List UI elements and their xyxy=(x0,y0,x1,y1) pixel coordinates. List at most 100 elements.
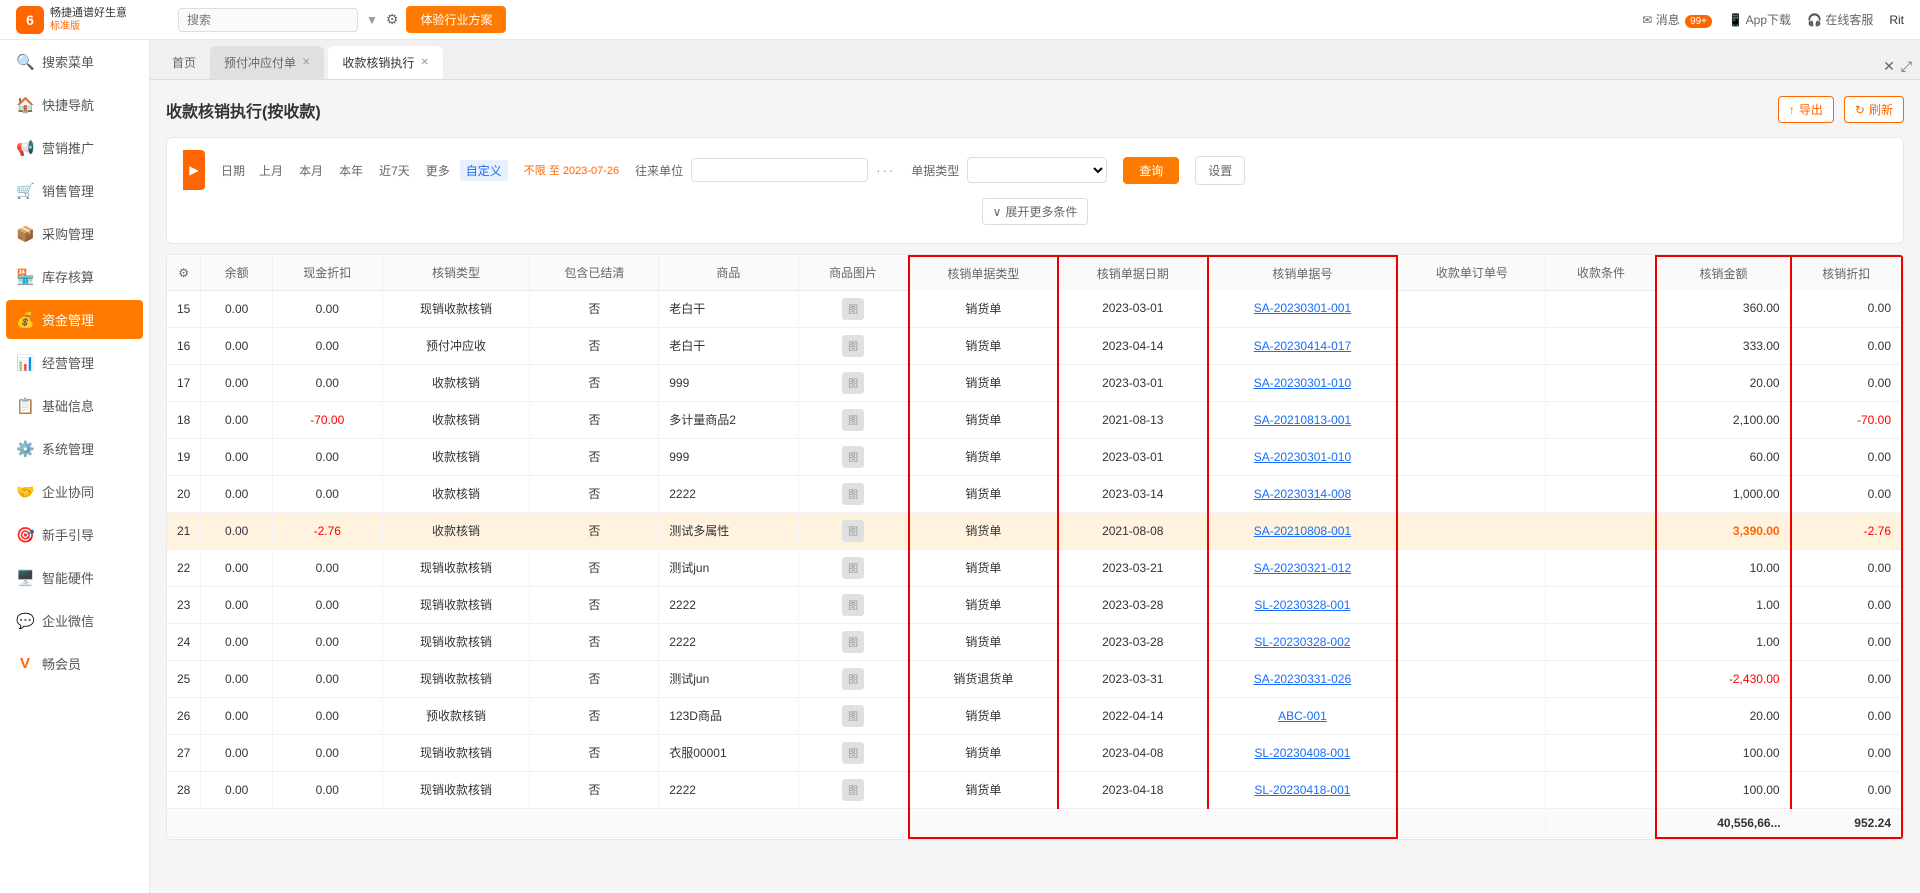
solution-button[interactable]: 体验行业方案 xyxy=(406,6,506,33)
dots-icon: ··· xyxy=(876,163,895,178)
receipt-order-no-cell xyxy=(1397,438,1546,475)
sidebar-item-finance[interactable]: 💰 资金管理 xyxy=(6,300,143,339)
cash-discount-cell: -2.76 xyxy=(272,512,382,549)
sidebar-item-label: 营销推广 xyxy=(42,138,94,157)
table-row: 24 0.00 0.00 现销收款核销 否 2222 图 销货单 2023-03… xyxy=(167,623,1902,660)
sidebar-item-inventory[interactable]: 🏪 库存核算 xyxy=(0,255,149,298)
tab-verify[interactable]: 收款核销执行 ✕ xyxy=(328,46,442,79)
last-7days-btn[interactable]: 近7天 xyxy=(373,160,416,181)
goods-cell: 测试多属性 xyxy=(659,512,798,549)
sidebar-item-guide[interactable]: 🎯 新手引导 xyxy=(0,513,149,556)
verify-type-cell: 预收款核销 xyxy=(382,697,530,734)
minimize-icon[interactable]: ✕ xyxy=(1883,58,1895,75)
voucher-type-select[interactable] xyxy=(967,157,1107,183)
receipt-condition-cell xyxy=(1546,549,1657,586)
tab-home[interactable]: 首页 xyxy=(158,46,210,79)
balance-cell: 0.00 xyxy=(201,549,273,586)
setting-button[interactable]: 设置 xyxy=(1195,156,1245,185)
this-month-btn[interactable]: 本月 xyxy=(293,160,329,181)
data-table: ⚙ 余额 现金折扣 核销类型 包含已结清 商品 商品图片 核销单据类型 核销单据… xyxy=(167,255,1903,839)
maximize-icon[interactable]: ⤢ xyxy=(1901,58,1912,75)
verify-no-cell[interactable]: SA-20230301-010 xyxy=(1208,438,1398,475)
filter-toggle-arrow[interactable]: ▶ xyxy=(183,150,205,190)
sidebar-item-wechat[interactable]: 💬 企业微信 xyxy=(0,599,149,642)
partner-input[interactable] xyxy=(691,158,868,182)
sidebar-item-purchase[interactable]: 📦 采购管理 xyxy=(0,212,149,255)
sidebar-item-sales[interactable]: 🛒 销售管理 xyxy=(0,169,149,212)
sidebar-item-search[interactable]: 🔍 搜索菜单 xyxy=(0,40,149,83)
verify-no-cell[interactable]: SA-20230331-026 xyxy=(1208,660,1398,697)
verify-no-cell[interactable]: SL-20230328-001 xyxy=(1208,586,1398,623)
last-month-btn[interactable]: 上月 xyxy=(253,160,289,181)
footer-total-amount: 40,556,66... xyxy=(1656,808,1790,838)
sidebar-item-member[interactable]: V 畅会员 xyxy=(0,642,149,685)
verify-type-cell: 现销收款核销 xyxy=(382,549,530,586)
verify-no-cell[interactable]: SA-20230301-001 xyxy=(1208,290,1398,327)
message-area[interactable]: ✉ 消息 99+ xyxy=(1642,11,1712,28)
verify-no-cell[interactable]: SA-20230414-017 xyxy=(1208,327,1398,364)
th-settings[interactable]: ⚙ xyxy=(167,256,201,290)
online-service[interactable]: 🎧 在线客服 xyxy=(1807,11,1873,28)
verify-date-cell: 2021-08-13 xyxy=(1058,401,1207,438)
balance-cell: 0.00 xyxy=(201,475,273,512)
search-button[interactable]: 查询 xyxy=(1123,157,1179,184)
verify-no-cell[interactable]: SA-20230301-010 xyxy=(1208,364,1398,401)
verify-no-cell[interactable]: SL-20230418-001 xyxy=(1208,771,1398,808)
verify-voucher-type-cell: 销货单 xyxy=(909,549,1058,586)
sidebar-item-hardware[interactable]: 🖥️ 智能硬件 xyxy=(0,556,149,599)
sidebar-item-basics[interactable]: 📋 基础信息 xyxy=(0,384,149,427)
verify-amount-cell: 10.00 xyxy=(1656,549,1790,586)
receipt-condition-cell xyxy=(1546,475,1657,512)
sidebar-item-nav[interactable]: 🏠 快捷导航 xyxy=(0,83,149,126)
verify-no-cell[interactable]: SA-20210808-001 xyxy=(1208,512,1398,549)
sidebar-item-system[interactable]: ⚙️ 系统管理 xyxy=(0,427,149,470)
custom-date-btn[interactable]: 自定义 xyxy=(460,160,508,181)
date-range-text: 不限 至 2023-07-26 xyxy=(524,162,619,178)
export-button[interactable]: ↑ 导出 xyxy=(1778,96,1834,123)
cash-discount-cell: 0.00 xyxy=(272,586,382,623)
brand-name: 畅捷通谱好生意 标准版 xyxy=(50,6,127,33)
tab-close-prepay[interactable]: ✕ xyxy=(302,57,310,68)
verify-amount-cell: 1.00 xyxy=(1656,586,1790,623)
verify-amount-cell: -2,430.00 xyxy=(1656,660,1790,697)
expand-conditions-btn[interactable]: ∨ 展开更多条件 xyxy=(982,198,1089,225)
table-row: 28 0.00 0.00 现销收款核销 否 2222 图 销货单 2023-04… xyxy=(167,771,1902,808)
verify-no-cell[interactable]: SA-20230321-012 xyxy=(1208,549,1398,586)
sidebar-item-collab[interactable]: 🤝 企业协同 xyxy=(0,470,149,513)
gear-icon[interactable]: ⚙ xyxy=(386,11,399,28)
balance-cell: 0.00 xyxy=(201,512,273,549)
refresh-button[interactable]: ↻ 刷新 xyxy=(1844,96,1904,123)
tab-close-verify[interactable]: ✕ xyxy=(420,57,428,68)
tab-prepay[interactable]: 预付冲应付单 ✕ xyxy=(210,46,324,79)
goods-img-cell: 图 xyxy=(798,771,909,808)
collab-icon: 🤝 xyxy=(16,483,34,501)
table-row: 18 0.00 -70.00 收款核销 否 多计量商品2 图 销货单 2021-… xyxy=(167,401,1902,438)
goods-cell: 123D商品 xyxy=(659,697,798,734)
verify-discount-cell: 0.00 xyxy=(1791,438,1902,475)
more-date-btn[interactable]: 更多 xyxy=(420,160,456,181)
verify-no-cell[interactable]: SL-20230408-001 xyxy=(1208,734,1398,771)
sidebar-item-marketing[interactable]: 📢 营销推广 xyxy=(0,126,149,169)
app-download[interactable]: 📱 App下载 xyxy=(1728,11,1791,28)
th-goods: 商品 xyxy=(659,256,798,290)
verify-amount-cell: 333.00 xyxy=(1656,327,1790,364)
user-name[interactable]: Rit xyxy=(1889,13,1904,27)
th-goods-img: 商品图片 xyxy=(798,256,909,290)
seq-cell: 28 xyxy=(167,771,201,808)
cash-discount-cell: 0.00 xyxy=(272,438,382,475)
verify-voucher-type-cell: 销货退货单 xyxy=(909,660,1058,697)
expand-icon: ∨ xyxy=(993,205,1002,219)
verify-no-cell[interactable]: SL-20230328-002 xyxy=(1208,623,1398,660)
verify-no-cell[interactable]: SA-20230314-008 xyxy=(1208,475,1398,512)
search-input[interactable] xyxy=(178,8,358,32)
verify-no-cell[interactable]: SA-20210813-001 xyxy=(1208,401,1398,438)
verify-date-cell: 2023-03-01 xyxy=(1058,438,1207,475)
receipt-order-no-cell xyxy=(1397,734,1546,771)
verify-no-cell[interactable]: ABC-001 xyxy=(1208,697,1398,734)
receipt-order-no-cell xyxy=(1397,401,1546,438)
goods-img-cell: 图 xyxy=(798,401,909,438)
this-year-btn[interactable]: 本年 xyxy=(333,160,369,181)
sidebar-item-operations[interactable]: 📊 经营管理 xyxy=(0,341,149,384)
tab-bar: 首页 预付冲应付单 ✕ 收款核销执行 ✕ ✕ ⤢ xyxy=(150,40,1920,80)
verify-amount-cell: 100.00 xyxy=(1656,771,1790,808)
